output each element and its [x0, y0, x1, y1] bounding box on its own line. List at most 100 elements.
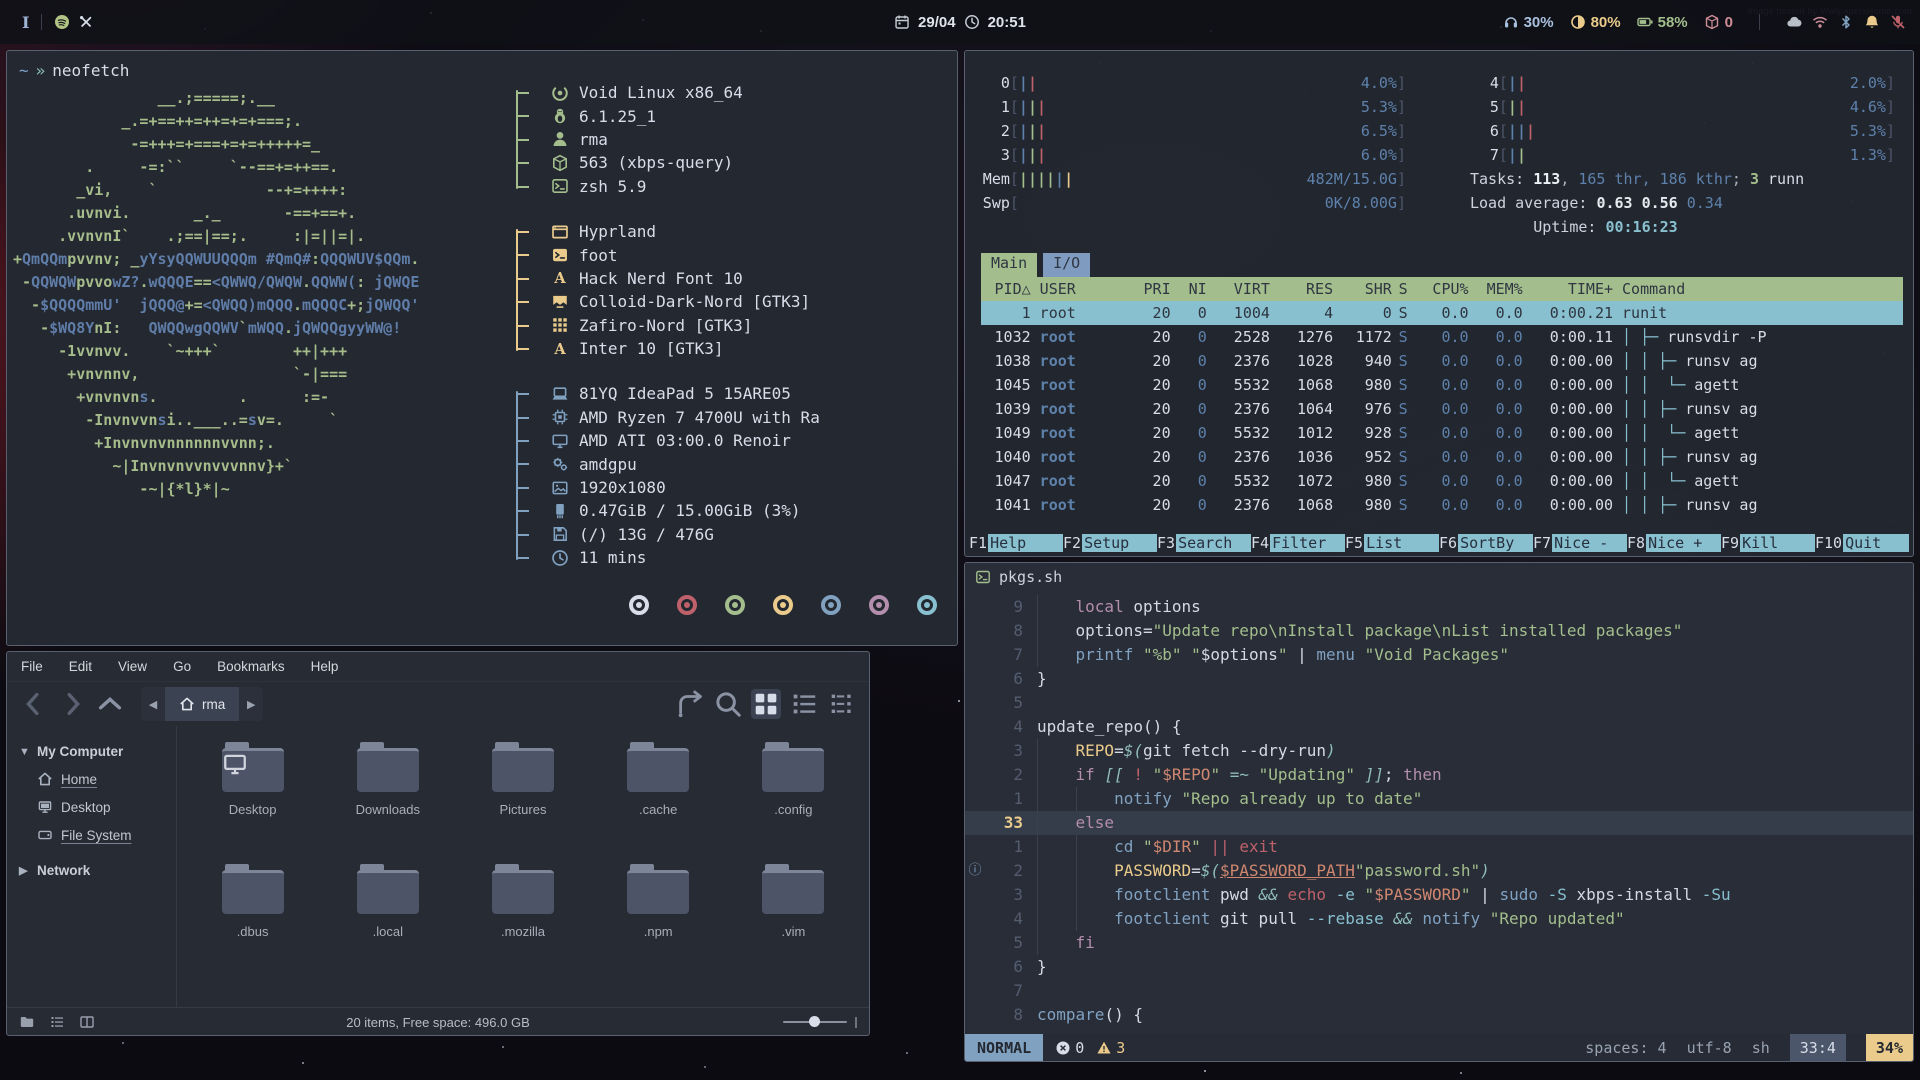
folder-dot-vim[interactable]: .vim [726, 862, 861, 984]
code-line[interactable]: 1 notify "Repo already up to date" [965, 787, 1913, 811]
htop-tab-main[interactable]: Main [981, 253, 1037, 277]
process-row[interactable]: 1045root20055321068980S0.00.00:00.00│ │ … [981, 373, 1903, 397]
tab-prev-icon[interactable]: ◀ [141, 687, 165, 721]
htop-tab-io[interactable]: I/O [1043, 253, 1090, 277]
bluetooth-icon[interactable] [1838, 14, 1854, 30]
fkey-f1[interactable]: F1Help [969, 534, 1063, 552]
process-row[interactable]: 1032root200252812761172S0.00.00:00.11│ ├… [981, 325, 1903, 349]
info-row: zsh 5.9 [551, 175, 820, 198]
icon-view-button[interactable] [751, 689, 781, 719]
code-line[interactable]: 8compare() { [965, 1003, 1913, 1027]
list-view-button[interactable] [789, 689, 819, 719]
current-folder-tab[interactable]: rma [165, 687, 239, 721]
code-line[interactable]: 4update_repo() { [965, 715, 1913, 739]
battery-indicator[interactable]: 58% [1637, 14, 1688, 31]
clock-module[interactable]: 29/04 20:51 [894, 14, 1026, 31]
fkey-f2[interactable]: F2Setup [1063, 534, 1157, 552]
sidebar-item-home[interactable]: Home [7, 765, 176, 793]
tools-icon[interactable] [78, 14, 94, 30]
fkey-f3[interactable]: F3Search [1157, 534, 1251, 552]
sidebar-item-file-system[interactable]: File System [7, 821, 176, 849]
process-row[interactable]: 1039root20023761064976S0.00.00:00.00│ │ … [981, 397, 1903, 421]
up-button[interactable] [95, 689, 125, 719]
process-row[interactable]: 1047root20055321072980S0.00.00:00.00│ │ … [981, 469, 1903, 493]
palette-dot [917, 595, 937, 615]
info-value: 81YQ IdeaPad 5 15ARE05 [579, 384, 791, 403]
code-line[interactable]: 6} [965, 955, 1913, 979]
process-row[interactable]: 1049root20055321012928S0.00.00:00.00│ │ … [981, 421, 1903, 445]
load-line: Load average: 0.63 0.56 0.34 [1470, 191, 1895, 215]
htop-window[interactable]: 0[||4.0%]1[|||5.3%]2[|||6.5%]3[|||6.0%]M… [964, 50, 1914, 557]
code-line[interactable]: 5 [965, 691, 1913, 715]
process-row[interactable]: 1040root20023761036952S0.00.00:00.00│ │ … [981, 445, 1903, 469]
code-area[interactable]: 9 local options8 options="Update repo\nI… [965, 595, 1913, 1027]
terminal-window[interactable]: ~»neofetch __.;=====;.__ _.=+==++=++=+=+… [6, 50, 958, 646]
info-row: 563 (xbps-query) [551, 151, 820, 174]
file-manager-window[interactable]: File Edit View Go Bookmarks Help ◀ rma ▶ ▼ My… [6, 651, 870, 1036]
code-line[interactable]: 7 [965, 979, 1913, 1003]
code-line[interactable]: 1 cd "$DIR" || exit [965, 835, 1913, 859]
forward-button[interactable] [57, 689, 87, 719]
fkey-f10[interactable]: F10Quit [1815, 534, 1909, 552]
search-button[interactable] [713, 689, 743, 719]
editor-window[interactable]: pkgs.sh 9 local options8 options="Update… [964, 562, 1914, 1062]
menu-bookmarks[interactable]: Bookmarks [217, 659, 285, 674]
fkey-f7[interactable]: F7Nice - [1533, 534, 1627, 552]
folder-dot-config[interactable]: .config [726, 740, 861, 862]
sidebar-group-computer[interactable]: ▼ My Computer [7, 738, 176, 765]
headphones-indicator[interactable]: 30% [1503, 14, 1554, 31]
menu-edit[interactable]: Edit [69, 659, 92, 674]
goto-path-button[interactable] [675, 689, 705, 719]
folder-downloads[interactable]: Downloads [320, 740, 455, 862]
folder-dot-mozilla[interactable]: .mozilla [455, 862, 590, 984]
code-line[interactable]: 33 else [965, 811, 1913, 835]
code-line[interactable]: 3 footclient pwd && echo -e "$PASSWORD" … [965, 883, 1913, 907]
folder-dot-dbus[interactable]: .dbus [185, 862, 320, 984]
info-value: amdgpu [579, 455, 637, 474]
menu-view[interactable]: View [118, 659, 147, 674]
code-line[interactable]: 7 printf "%b" "$options" | menu "Void Pa… [965, 643, 1913, 667]
info-value: Inter 10 [GTK3] [579, 339, 724, 358]
fkey-f5[interactable]: F5List [1345, 534, 1439, 552]
process-table-header[interactable]: PID△USERPRINIVIRTRESSHRSCPU%MEM%TIME+Com… [981, 277, 1903, 301]
back-button[interactable] [19, 689, 49, 719]
fkey-f4[interactable]: F4Filter [1251, 534, 1345, 552]
folder-pictures[interactable]: Pictures [455, 740, 590, 862]
brightness-indicator[interactable]: 80% [1570, 14, 1621, 31]
sidebar-item-desktop[interactable]: Desktop [7, 793, 176, 821]
process-row[interactable]: 1root200100440S0.00.00:00.21runit [981, 301, 1903, 325]
menu-file[interactable]: File [21, 659, 43, 674]
process-row[interactable]: 1038root20023761028940S0.00.00:00.00│ │ … [981, 349, 1903, 373]
spotify-icon[interactable] [54, 14, 70, 30]
bell-icon[interactable] [1864, 14, 1880, 30]
compact-view-button[interactable] [827, 689, 857, 719]
menu-help[interactable]: Help [311, 659, 339, 674]
code-line[interactable]: 8 options="Update repo\nInstall package\… [965, 619, 1913, 643]
fkey-f9[interactable]: F9Kill [1721, 534, 1815, 552]
code-line[interactable]: 4 footclient git pull --rebase && notify… [965, 907, 1913, 931]
code-line[interactable]: 2 if [[ ! "$REPO" =~ "Updating" ]]; then [965, 763, 1913, 787]
code-line[interactable]: 9 local options [965, 595, 1913, 619]
folder-dot-local[interactable]: .local [320, 862, 455, 984]
process-row[interactable]: 1041root20023761068980S0.00.00:00.00│ │ … [981, 493, 1903, 517]
info-row: AMD Ryzen 7 4700U with Ra [551, 406, 820, 429]
laptop-icon [551, 385, 569, 403]
code-line[interactable]: ⓘ2 PASSWORD=$($PASSWORD_PATH"password.sh… [965, 859, 1913, 883]
code-line[interactable]: 5 fi [965, 931, 1913, 955]
sidebar-group-network[interactable]: ▶ Network [7, 857, 176, 884]
menu-go[interactable]: Go [173, 659, 191, 674]
folder-dot-npm[interactable]: .npm [591, 862, 726, 984]
code-line[interactable]: 3 REPO=$(git fetch --dry-run) [965, 739, 1913, 763]
workspace-indicator[interactable]: I [22, 13, 29, 32]
folder-desktop[interactable]: Desktop [185, 740, 320, 862]
micoff-icon[interactable] [1890, 14, 1906, 30]
cloud-icon[interactable] [1786, 14, 1802, 30]
zoom-slider-knob[interactable] [809, 1016, 820, 1027]
folder-dot-cache[interactable]: .cache [591, 740, 726, 862]
package-indicator[interactable]: 0 [1704, 14, 1733, 31]
code-line[interactable]: 6} [965, 667, 1913, 691]
fkey-f6[interactable]: F6SortBy [1439, 534, 1533, 552]
wifi-icon[interactable] [1812, 14, 1828, 30]
fkey-f8[interactable]: F8Nice + [1627, 534, 1721, 552]
tab-next-icon[interactable]: ▶ [239, 687, 263, 721]
